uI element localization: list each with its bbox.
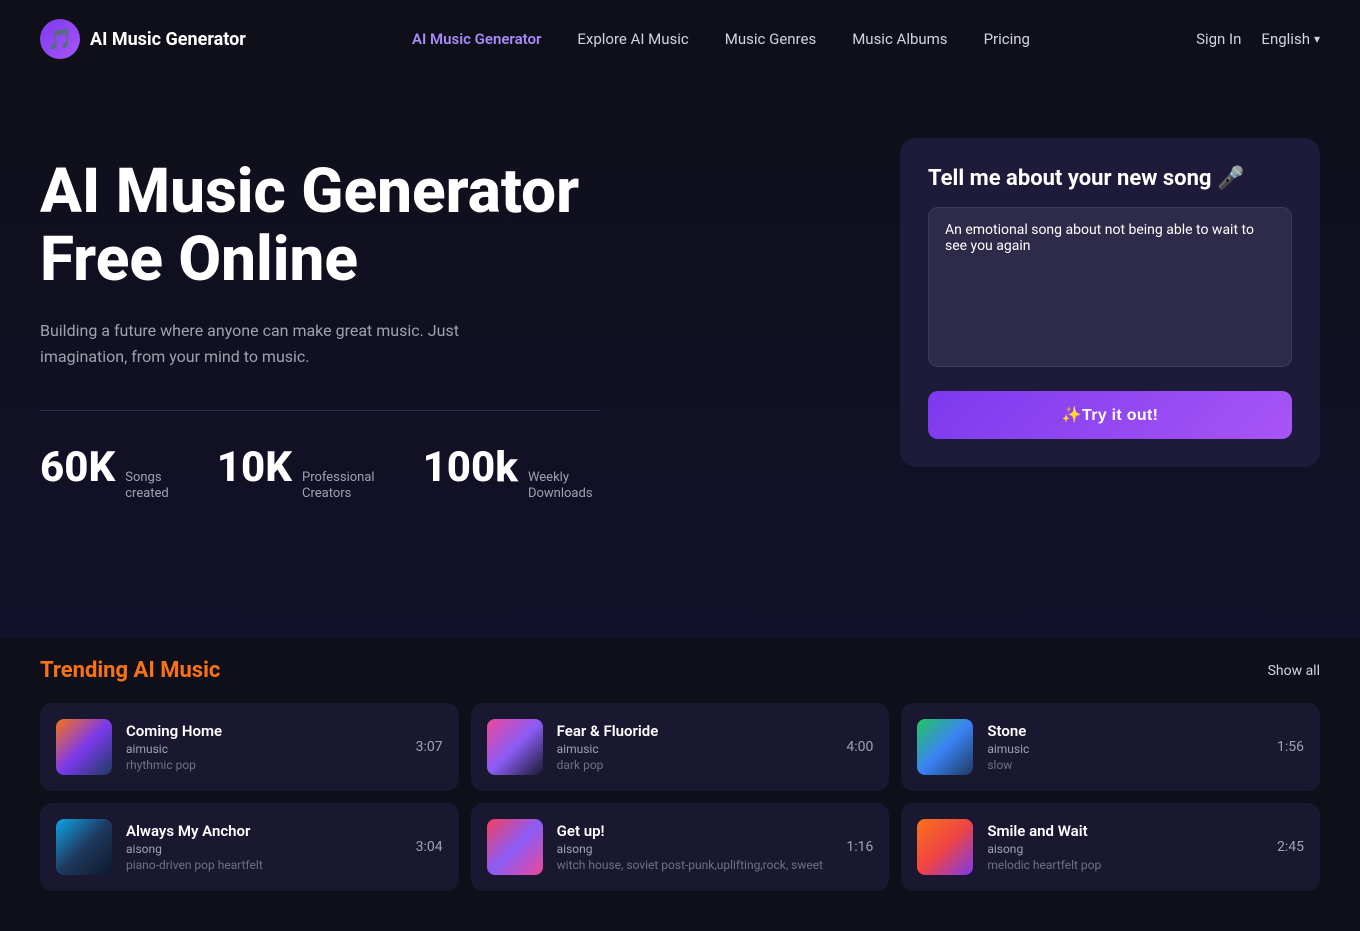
card-title: Tell me about your new song 🎤 [928, 166, 1292, 191]
stat-label: WeeklyDownloads [528, 470, 593, 504]
nav-links: AI Music Generator Explore AI Music Music … [412, 30, 1030, 48]
music-duration: 1:16 [846, 839, 873, 855]
stat-number: 10K [217, 443, 292, 492]
music-thumbnail [917, 719, 973, 775]
music-creator: aisong [557, 842, 833, 856]
stat-10k: 10K ProfessionalCreators [217, 443, 375, 504]
music-title: Get up! [557, 822, 833, 840]
music-duration: 1:56 [1277, 739, 1304, 755]
music-card-smile-and-wait[interactable]: Smile and Wait aisong melodic heartfelt … [901, 803, 1320, 891]
sign-in-button[interactable]: Sign In [1196, 30, 1241, 48]
music-thumbnail [487, 719, 543, 775]
try-it-out-button[interactable]: ✨Try it out! [928, 391, 1292, 439]
music-genre: dark pop [557, 758, 833, 772]
music-creator: aimusic [987, 742, 1263, 756]
music-info: Get up! aisong witch house, soviet post-… [557, 822, 833, 872]
stat-60k: 60K Songscreated [40, 443, 169, 504]
music-info: Smile and Wait aisong melodic heartfelt … [987, 822, 1263, 872]
music-duration: 3:04 [416, 839, 443, 855]
show-all-button[interactable]: Show all [1268, 663, 1320, 679]
music-info: Fear & Fluoride aimusic dark pop [557, 722, 833, 772]
music-title: Always My Anchor [126, 822, 402, 840]
music-title: Coming Home [126, 722, 402, 740]
hero-subtitle: Building a future where anyone can make … [40, 318, 520, 369]
song-description-input[interactable] [928, 207, 1292, 367]
hero-title: AI Music Generator Free Online [40, 158, 660, 294]
music-card-coming-home[interactable]: Coming Home aimusic rhythmic pop 3:07 [40, 703, 459, 791]
music-thumbnail [56, 719, 112, 775]
music-creator: aisong [126, 842, 402, 856]
music-thumbnail [56, 819, 112, 875]
navbar: 🎵 AI Music Generator AI Music Generator E… [0, 0, 1360, 78]
language-label: English [1261, 30, 1310, 48]
music-thumbnail [917, 819, 973, 875]
music-title: Smile and Wait [987, 822, 1263, 840]
stat-label: Songscreated [125, 470, 169, 504]
nav-right: Sign In English ▾ [1196, 30, 1320, 48]
music-info: Coming Home aimusic rhythmic pop [126, 722, 402, 772]
song-generator-card: Tell me about your new song 🎤 ✨Try it ou… [900, 138, 1320, 467]
stat-number: 100k [423, 443, 518, 492]
language-dropdown-arrow: ▾ [1314, 32, 1320, 46]
music-duration: 2:45 [1277, 839, 1304, 855]
hero-left: AI Music Generator Free Online Building … [40, 138, 660, 503]
hero-divider [40, 410, 600, 411]
music-creator: aimusic [126, 742, 402, 756]
music-duration: 3:07 [416, 739, 443, 755]
stat-number: 60K [40, 443, 115, 492]
music-title: Fear & Fluoride [557, 722, 833, 740]
music-card-fear-fluoride[interactable]: Fear & Fluoride aimusic dark pop 4:00 [471, 703, 890, 791]
trending-header: Trending AI Music Show all [40, 658, 1320, 683]
music-creator: aisong [987, 842, 1263, 856]
hero-section: AI Music Generator Free Online Building … [0, 78, 1360, 638]
music-info: Stone aimusic slow [987, 722, 1263, 772]
stat-100k: 100k WeeklyDownloads [423, 443, 593, 504]
nav-link-music-genres[interactable]: Music Genres [725, 30, 816, 48]
music-title: Stone [987, 722, 1263, 740]
hero-stats: 60K Songscreated 10K ProfessionalCreator… [40, 443, 660, 504]
music-card-always-my-anchor[interactable]: Always My Anchor aisong piano-driven pop… [40, 803, 459, 891]
stat-label: ProfessionalCreators [302, 470, 375, 504]
logo-text: AI Music Generator [90, 29, 246, 50]
music-creator: aimusic [557, 742, 833, 756]
trending-grid: Coming Home aimusic rhythmic pop 3:07 Fe… [40, 703, 1320, 891]
music-genre: witch house, soviet post-punk,uplifting,… [557, 858, 833, 872]
nav-link-pricing[interactable]: Pricing [984, 30, 1030, 48]
trending-title: Trending AI Music [40, 658, 220, 683]
music-info: Always My Anchor aisong piano-driven pop… [126, 822, 402, 872]
music-genre: slow [987, 758, 1263, 772]
nav-link-music-albums[interactable]: Music Albums [852, 30, 947, 48]
language-selector[interactable]: English ▾ [1261, 30, 1320, 48]
music-card-get-up[interactable]: Get up! aisong witch house, soviet post-… [471, 803, 890, 891]
logo[interactable]: 🎵 AI Music Generator [40, 19, 246, 59]
music-genre: piano-driven pop heartfelt [126, 858, 402, 872]
music-genre: rhythmic pop [126, 758, 402, 772]
nav-link-ai-music-generator[interactable]: AI Music Generator [412, 30, 541, 48]
music-thumbnail [487, 819, 543, 875]
music-genre: melodic heartfelt pop [987, 858, 1263, 872]
logo-icon: 🎵 [40, 19, 80, 59]
music-card-stone[interactable]: Stone aimusic slow 1:56 [901, 703, 1320, 791]
trending-section: Trending AI Music Show all Coming Home a… [0, 638, 1360, 931]
nav-link-explore-ai-music[interactable]: Explore AI Music [577, 30, 688, 48]
music-duration: 4:00 [846, 739, 873, 755]
